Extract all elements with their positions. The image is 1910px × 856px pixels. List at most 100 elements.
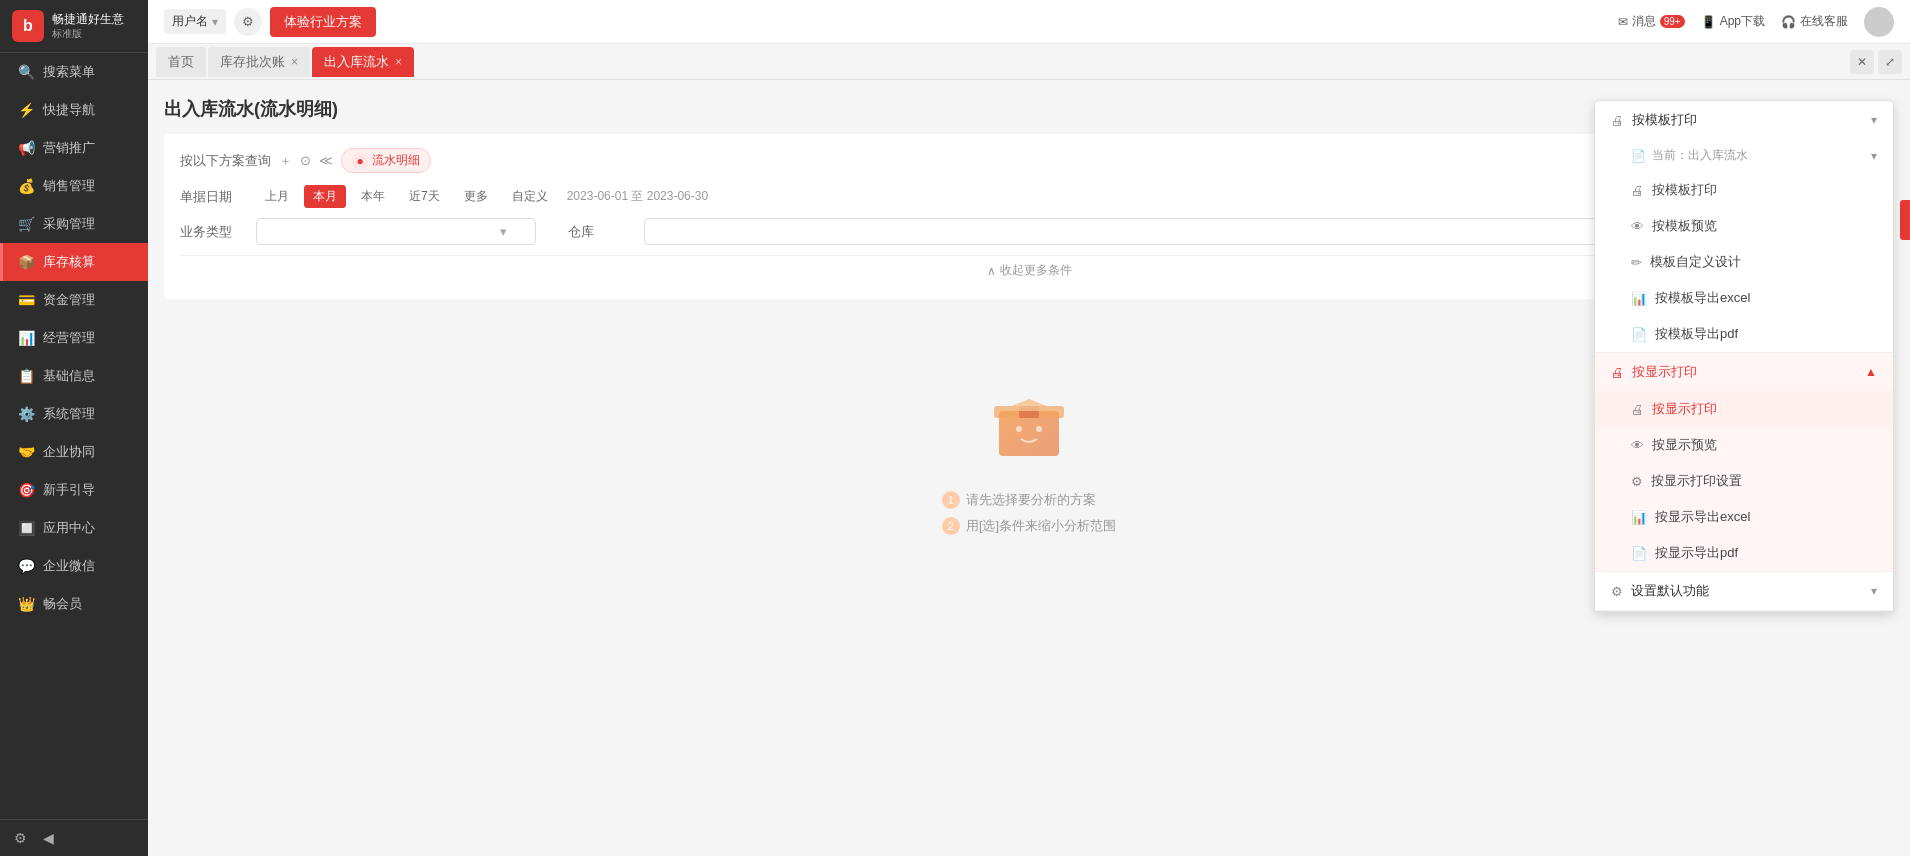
filter-collapse-btn[interactable]: ≪ <box>319 153 333 168</box>
finance-icon: 💳 <box>17 292 35 308</box>
empty-tips: 1 请先选择要分析的方案 2 用[选]条件来缩小分析范围 <box>942 491 1116 535</box>
pdf-icon: 📄 <box>1631 327 1647 342</box>
gear-icon: ⚙ <box>242 14 254 29</box>
sidebar-item-purchase[interactable]: 🛒 采购管理 <box>0 205 148 243</box>
display-preview-item[interactable]: 👁 按显示预览 <box>1595 427 1893 463</box>
template-customize-item[interactable]: ✏ 模板自定义设计 <box>1595 244 1893 280</box>
display-print-section-header[interactable]: 🖨 按显示打印 ▲ <box>1595 353 1893 391</box>
wechat-icon: 💬 <box>17 558 35 574</box>
filter-biz-type-label: 业务类型 <box>180 223 240 241</box>
sidebar-item-search[interactable]: 🔍 搜索菜单 <box>0 53 148 91</box>
message-icon: ✉ <box>1618 15 1628 29</box>
industry-solution-btn[interactable]: 体验行业方案 <box>270 7 376 37</box>
settings-gear-btn[interactable]: ⚙ <box>234 8 262 36</box>
tab-batch-close[interactable]: × <box>291 55 298 69</box>
date-btn-this-year[interactable]: 本年 <box>352 185 394 208</box>
app-center-icon: 🔲 <box>17 520 35 536</box>
sidebar-item-marketing[interactable]: 📢 营销推广 <box>0 129 148 167</box>
tab-home[interactable]: 首页 <box>156 47 206 77</box>
sales-icon: 💰 <box>17 178 35 194</box>
display-settings-icon: ⚙ <box>1631 474 1643 489</box>
filter-date-label: 单据日期 <box>180 188 240 206</box>
member-icon: 👑 <box>17 596 35 612</box>
sidebar-item-member[interactable]: 👑 畅会员 <box>0 585 148 623</box>
defaults-section-arrow: ▾ <box>1871 584 1877 598</box>
display-section-arrow: ▲ <box>1865 365 1877 379</box>
phone-icon: 📱 <box>1701 15 1716 29</box>
header-right: ✉ 消息 99+ 📱 App下载 🎧 在线客服 <box>1618 7 1894 37</box>
dropdown-section-display: 🖨 按显示打印 ▲ 🖨 按显示打印 👁 按显示预览 ⚙ 按显示打印设置 📊 按显… <box>1595 353 1893 572</box>
tab-flow[interactable]: 出入库流水 × <box>312 47 414 77</box>
sidebar-item-app-center[interactable]: 🔲 应用中心 <box>0 509 148 547</box>
template-print-action-item[interactable]: 🖨 按模板打印 <box>1595 172 1893 208</box>
sidebar-item-system[interactable]: ⚙️ 系统管理 <box>0 395 148 433</box>
svg-point-5 <box>1036 426 1042 432</box>
filter-section-label: 按以下方案查询 <box>180 152 271 170</box>
date-btn-last-month[interactable]: 上月 <box>256 185 298 208</box>
display-export-pdf-item[interactable]: 📄 按显示导出pdf <box>1595 535 1893 571</box>
sidebar-item-enterprise[interactable]: 🤝 企业协同 <box>0 433 148 471</box>
search-icon: 🔍 <box>17 64 35 80</box>
message-btn[interactable]: ✉ 消息 99+ <box>1618 13 1685 30</box>
enterprise-icon: 🤝 <box>17 444 35 460</box>
sidebar-item-basic[interactable]: 📋 基础信息 <box>0 357 148 395</box>
sidebar-item-inventory[interactable]: 📦 库存核算 <box>0 243 148 281</box>
biz-type-select[interactable]: ▾ <box>256 218 536 245</box>
date-btn-more[interactable]: 更多 <box>455 185 497 208</box>
sidebar-item-wechat[interactable]: 💬 企业微信 <box>0 547 148 585</box>
header-left: 用户名 ▾ ⚙ 体验行业方案 <box>164 7 376 37</box>
sidebar-item-finance[interactable]: 💳 资金管理 <box>0 281 148 319</box>
date-shortcuts: 上月 本月 本年 近7天 更多 自定义 2023-06-01 至 2023-06… <box>256 185 708 208</box>
user-dropdown-icon: ▾ <box>212 15 218 29</box>
close-tab-btn[interactable]: ✕ <box>1850 50 1874 74</box>
template-section-arrow: ▾ <box>1871 113 1877 127</box>
sidebar-item-operations[interactable]: 📊 经营管理 <box>0 319 148 357</box>
sidebar-item-quick-nav[interactable]: ⚡ 快捷导航 <box>0 91 148 129</box>
headset-icon: 🎧 <box>1781 15 1796 29</box>
quick-nav-icon: ⚡ <box>17 102 35 118</box>
template-preview-item[interactable]: 👁 按模板预览 <box>1595 208 1893 244</box>
display-excel-icon: 📊 <box>1631 510 1647 525</box>
display-print-settings-item[interactable]: ⚙ 按显示打印设置 <box>1595 463 1893 499</box>
sidebar: b 畅捷通好生意 标准版 🔍 搜索菜单 ⚡ 快捷导航 📢 营销推广 💰 销售管理… <box>0 0 148 856</box>
online-service-btn[interactable]: 🎧 在线客服 <box>1781 13 1848 30</box>
dropdown-section-template: 🖨 按模板打印 ▾ 📄 当前：出入库流水 ▾ 🖨 按模板打印 👁 按模板预览 <box>1595 101 1893 353</box>
svg-marker-3 <box>999 399 1059 411</box>
date-btn-7days[interactable]: 近7天 <box>400 185 449 208</box>
user-selector[interactable]: 用户名 ▾ <box>164 9 226 34</box>
collapse-sidebar-btn[interactable]: ◀ <box>43 830 54 846</box>
sidebar-nav: 🔍 搜索菜单 ⚡ 快捷导航 📢 营销推广 💰 销售管理 🛒 采购管理 📦 库存核… <box>0 53 148 819</box>
empty-illustration <box>979 371 1079 471</box>
maximize-btn[interactable]: ⤢ <box>1878 50 1902 74</box>
tabs-actions: ✕ ⤢ <box>1850 50 1902 74</box>
tab-batch[interactable]: 库存批次账 × <box>208 47 310 77</box>
right-edge-indicator <box>1900 200 1910 240</box>
filter-add-btn[interactable]: ＋ <box>279 152 292 170</box>
default-settings-section-header[interactable]: ⚙ 设置默认功能 ▾ <box>1595 572 1893 610</box>
template-print-section-header[interactable]: 🖨 按模板打印 ▾ <box>1595 101 1893 139</box>
date-btn-this-month[interactable]: 本月 <box>304 185 346 208</box>
display-print-action-item[interactable]: 🖨 按显示打印 <box>1595 391 1893 427</box>
message-badge: 99+ <box>1660 15 1685 28</box>
page-title: 出入库流水(流水明细) <box>164 97 338 121</box>
display-export-excel-item[interactable]: 📊 按显示导出excel <box>1595 499 1893 535</box>
filter-settings-btn[interactable]: ⊙ <box>300 153 311 168</box>
settings-footer-btn[interactable]: ⚙ <box>14 830 27 846</box>
template-print-icon: 🖨 <box>1631 183 1644 198</box>
avatar[interactable] <box>1864 7 1894 37</box>
app-download-btn[interactable]: 📱 App下载 <box>1701 13 1765 30</box>
sidebar-item-sales[interactable]: 💰 销售管理 <box>0 167 148 205</box>
operations-icon: 📊 <box>17 330 35 346</box>
date-btn-custom[interactable]: 自定义 <box>503 185 557 208</box>
sidebar-item-guide[interactable]: 🎯 新手引导 <box>0 471 148 509</box>
tab-flow-close[interactable]: × <box>395 55 402 69</box>
template-export-excel-item[interactable]: 📊 按模板导出excel <box>1595 280 1893 316</box>
current-arrow-icon: ▾ <box>1871 149 1877 163</box>
current-template-icon: 📄 <box>1631 149 1646 163</box>
template-export-pdf-item[interactable]: 📄 按模板导出pdf <box>1595 316 1893 352</box>
biz-type-arrow-icon: ▾ <box>500 224 507 239</box>
date-range-display: 2023-06-01 至 2023-06-30 <box>567 188 708 205</box>
filter-chip[interactable]: ● 流水明细 <box>341 148 431 173</box>
print-dropdown-panel: 🖨 按模板打印 ▾ 📄 当前：出入库流水 ▾ 🖨 按模板打印 👁 按模板预览 <box>1594 100 1894 612</box>
brand-name: 畅捷通好生意 标准版 <box>52 12 124 41</box>
